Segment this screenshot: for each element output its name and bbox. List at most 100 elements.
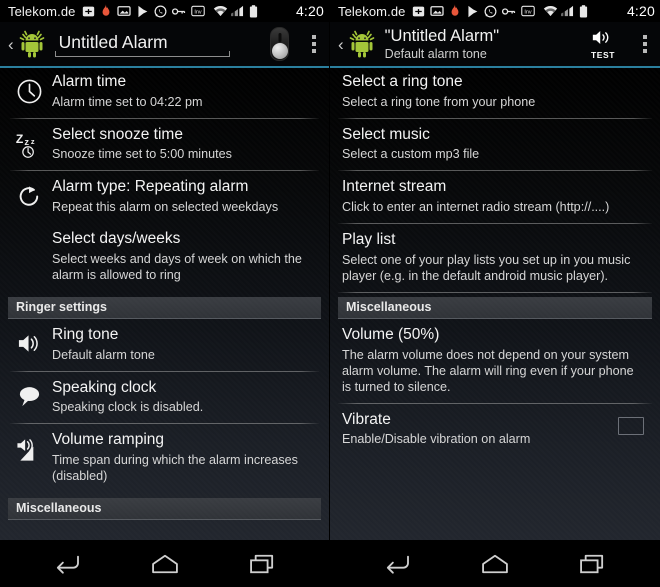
list-item-title: Speaking clock: [52, 378, 157, 396]
status-clock: 4:20: [626, 3, 655, 19]
status-clock: 4:20: [295, 3, 324, 19]
list-item-text: Play list Select one of your play lists …: [342, 231, 650, 284]
speech-bubble-icon: [6, 379, 52, 416]
list-item-title: Vibrate: [342, 410, 391, 428]
list-item-vibrate[interactable]: Vibrate Enable/Disable vibration on alar…: [330, 404, 660, 456]
up-back-icon[interactable]: ‹: [4, 36, 17, 53]
list-item-title: [52, 527, 315, 540]
android-robot-icon[interactable]: [347, 29, 377, 59]
list-item-play-list[interactable]: Play list Select one of your play lists …: [330, 224, 660, 292]
list-item-volume-ramping[interactable]: Volume ramping Time span during which th…: [0, 424, 329, 492]
list-item-title: Select snooze time: [52, 125, 183, 143]
list-item-text: Ring tone Default alarm tone: [52, 326, 319, 363]
home-icon[interactable]: [138, 544, 192, 584]
nav-bar-left: [0, 540, 329, 587]
wifi-icon: [213, 5, 228, 17]
signal-icon: [561, 5, 574, 17]
back-icon[interactable]: [40, 544, 94, 584]
toggle-bar: [278, 33, 281, 42]
list-item-title: Select a ring tone: [342, 73, 463, 90]
wifi-icon: [543, 5, 558, 17]
list-item-text: Select days/weeks Select weeks and days …: [52, 230, 319, 283]
list-item-title: Select days/weeks: [52, 230, 181, 248]
overflow-dot: [643, 35, 647, 39]
recents-icon[interactable]: [566, 544, 620, 584]
vibrate-checkbox[interactable]: [618, 416, 644, 435]
ringtone-title-wrapper: "Untitled Alarm" Default alarm tone: [385, 27, 580, 60]
toggle-knob: [271, 43, 288, 59]
back-icon[interactable]: [370, 544, 424, 584]
list-item-sub: Click to enter an internet radio stream …: [342, 200, 610, 214]
alarm-name-input[interactable]: Untitled Alarm: [54, 32, 230, 57]
overflow-menu-button-left[interactable]: [301, 22, 327, 66]
vpn-key-icon: [502, 7, 516, 16]
screenshot-icon: [430, 5, 445, 17]
list-item-alarm-type[interactable]: Alarm type: Repeating alarm Repeat this …: [0, 171, 329, 223]
list-item-internet-stream[interactable]: Internet stream Click to enter an intern…: [330, 171, 660, 223]
list-item-text: Select a ring tone Select a ring tone fr…: [342, 73, 650, 110]
carrier-label: Telekom.de: [338, 3, 406, 19]
list-item-title: Volume ramping: [52, 431, 165, 449]
sd-card-icon: [412, 5, 425, 18]
flame-icon: [100, 4, 112, 18]
home-icon[interactable]: [468, 544, 522, 584]
inv-app-icon: Inv: [191, 5, 206, 17]
inv-app-icon: Inv: [521, 5, 536, 17]
sd-card-icon: [82, 5, 95, 18]
list-item-sub: Select one of your play lists you set up…: [342, 252, 631, 283]
list-item-sub: Time span during which the alarm increas…: [52, 452, 298, 484]
overflow-dot: [643, 42, 647, 46]
test-sound-button[interactable]: TEST: [580, 29, 626, 60]
right-screenshot-panel: Telekom.de Inv 4:20 ‹ "Untitled Alarm" D…: [330, 0, 660, 587]
list-item-select-days-weeks[interactable]: Select days/weeks Select weeks and days …: [0, 223, 329, 291]
section-header-miscellaneous-left: Miscellaneous: [8, 498, 321, 521]
divider: [338, 291, 652, 293]
list-item-text: Select snooze time Snooze time set to 5:…: [52, 126, 319, 163]
list-item-speaking-clock[interactable]: Speaking clock Speaking clock is disable…: [0, 372, 329, 424]
up-back-icon[interactable]: ‹: [334, 36, 347, 53]
list-item-select-ring-tone[interactable]: Select a ring tone Select a ring tone fr…: [330, 66, 660, 118]
list-item-sub: Select a ring tone from your phone: [342, 94, 536, 109]
list-item-title: Alarm time: [52, 73, 127, 90]
whatsapp-icon: [484, 5, 497, 18]
overflow-menu-button-right[interactable]: [632, 22, 658, 66]
page-title: "Untitled Alarm": [384, 27, 500, 46]
test-button-label: TEST: [590, 49, 616, 60]
svg-text:Inv: Inv: [195, 9, 203, 15]
list-item-volume[interactable]: Volume (50%) The alarm volume does not d…: [330, 319, 660, 403]
alarm-enable-toggle[interactable]: [270, 27, 289, 61]
list-item-text: Select music Select a custom mp3 file: [342, 126, 650, 163]
left-screenshot-panel: Telekom.de Inv 4:20 ‹ Untitled Alarm Ala…: [0, 0, 330, 587]
list-item-sub: Alarm time set to 04:22 pm: [52, 94, 203, 109]
list-item-text: Volume (50%) The alarm volume does not d…: [342, 326, 650, 395]
android-robot-icon[interactable]: [17, 29, 47, 59]
snooze-zzz-icon: Z z z: [6, 126, 52, 163]
list-item-text: Alarm type: Repeating alarm Repeat this …: [52, 178, 319, 215]
list-item-title: Alarm type: Repeating alarm: [52, 178, 249, 196]
ringtone-list-right[interactable]: Select a ring tone Select a ring tone fr…: [330, 66, 660, 540]
list-item-sub: Speaking clock is disabled.: [52, 400, 204, 415]
speaker-test-icon: [591, 29, 615, 51]
list-item-select-music[interactable]: Select music Select a custom mp3 file: [330, 119, 660, 171]
list-item-title: Select music: [342, 125, 430, 143]
list-item-snooze-time[interactable]: Z z z Select snooze time Snooze time set…: [0, 119, 329, 171]
section-header-ringer-settings: Ringer settings: [8, 296, 321, 319]
status-bar-right: Telekom.de Inv 4:20: [330, 0, 660, 22]
svg-text:Z: Z: [16, 132, 24, 146]
list-item-partial-cutoff[interactable]: [0, 520, 329, 540]
overflow-dot: [312, 49, 316, 53]
list-item-ring-tone[interactable]: Ring tone Default alarm tone: [0, 319, 329, 371]
play-icon: [136, 5, 149, 18]
list-item-text: Internet stream Click to enter an intern…: [342, 178, 650, 215]
overflow-dot: [312, 35, 316, 39]
nav-bar-right: [330, 540, 660, 587]
settings-list-left[interactable]: Alarm time Alarm time set to 04:22 pm Z …: [0, 66, 329, 540]
list-item-text: Alarm time Alarm time set to 04:22 pm: [52, 73, 319, 110]
no-icon-spacer: [6, 527, 52, 540]
dual-screenshot-container: Telekom.de Inv 4:20 ‹ Untitled Alarm Ala…: [0, 0, 660, 587]
list-item-sub: Enable/Disable vibration on alarm: [342, 432, 531, 447]
flame-icon: [449, 4, 461, 18]
recents-icon[interactable]: [236, 544, 290, 584]
list-item-sub: The alarm volume does not depend on your…: [342, 347, 634, 394]
list-item-alarm-time[interactable]: Alarm time Alarm time set to 04:22 pm: [0, 66, 329, 118]
